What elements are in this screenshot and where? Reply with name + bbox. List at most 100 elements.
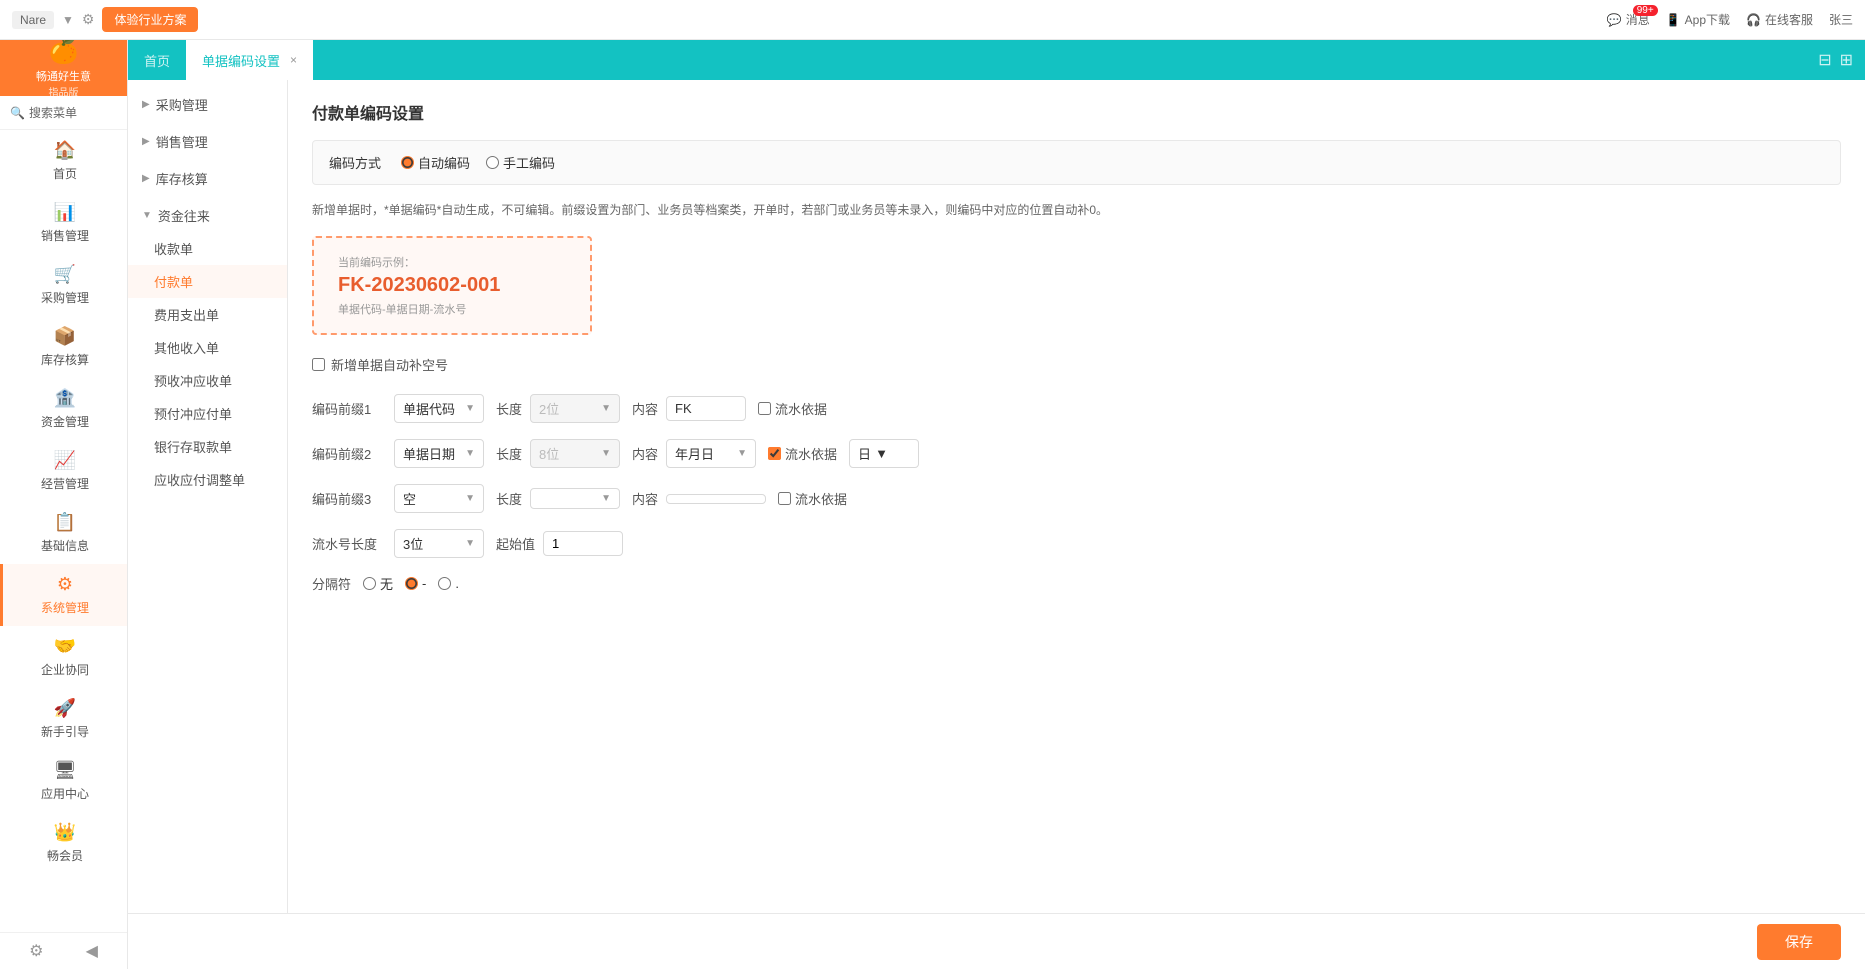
separator-dash-option[interactable]: - xyxy=(405,576,426,591)
purchase-icon: 🛒 xyxy=(54,264,76,285)
tab-bar-actions: ⊟ ⊞ xyxy=(1806,50,1865,70)
tab-home[interactable]: 首页 xyxy=(128,40,186,80)
sub-menu-group-sales: ▶ 销售管理 xyxy=(128,125,287,158)
auto-encode-radio[interactable] xyxy=(401,156,414,169)
sidebar-item-apps[interactable]: 🖥 应用中心 xyxy=(0,750,127,812)
top-header: Nare ▼ ⚙ 体验行业方案 💬 消息 99+ 📱 App下载 🎧 在线客服 … xyxy=(0,0,1865,40)
manual-encode-radio[interactable] xyxy=(486,156,499,169)
main-content: 付款单编码设置 编码方式 自动编码 手工编码 xyxy=(288,80,1865,913)
code-preview-label: 当前编码示例： xyxy=(338,254,566,270)
enterprise-icon: 🤝 xyxy=(54,636,76,657)
separator-dash-radio[interactable] xyxy=(405,577,418,590)
member-icon: 👑 xyxy=(54,822,76,843)
sidebar-item-basic[interactable]: 📋 基础信息 xyxy=(0,502,127,564)
user-info[interactable]: 张三 xyxy=(1829,11,1853,28)
prefix-2-arrow-icon: ▼ xyxy=(465,448,475,459)
auto-encode-option[interactable]: 自动编码 xyxy=(401,153,470,172)
logo-text: 畅通好生意 xyxy=(36,68,91,84)
tab-minimize-icon[interactable]: ⊟ xyxy=(1818,50,1831,70)
separator-dot-radio[interactable] xyxy=(438,577,451,590)
manual-encode-option[interactable]: 手工编码 xyxy=(486,153,555,172)
content-2-select[interactable]: 年月日 ▼ xyxy=(666,439,756,468)
arrow-inventory-icon: ▶ xyxy=(142,173,150,184)
serial-checkbox-1[interactable] xyxy=(758,402,771,415)
content-3-input[interactable] xyxy=(666,494,766,504)
sub-menu-purchase[interactable]: ▶ 采购管理 xyxy=(128,88,287,121)
sidebar-item-home[interactable]: 🏠 首页 xyxy=(0,130,127,192)
code-preview-value: FK-20230602-001 xyxy=(338,274,566,297)
sub-menu-item-bank[interactable]: 银行存取款单 xyxy=(128,430,287,463)
separator-dot-option[interactable]: . xyxy=(438,576,459,591)
length-3-select[interactable]: ▼ xyxy=(530,488,620,509)
online-service-button[interactable]: 🎧 在线客服 xyxy=(1746,11,1813,28)
sub-menu-item-payment[interactable]: 付款单 xyxy=(128,265,287,298)
serial-checkbox-3[interactable] xyxy=(778,492,791,505)
basic-icon: 📋 xyxy=(54,512,76,533)
app-download-button[interactable]: 📱 App下载 xyxy=(1666,11,1730,28)
logo-icon: 🍊 xyxy=(49,40,79,66)
sub-menu-item-other-income[interactable]: 其他收入单 xyxy=(128,331,287,364)
save-button[interactable]: 保存 xyxy=(1757,924,1841,960)
sidebar-item-system[interactable]: ⚙ 系统管理 xyxy=(0,564,127,626)
prefix-2-select[interactable]: 单据日期 ▼ xyxy=(394,439,484,468)
sidebar-item-operation[interactable]: 📈 经营管理 xyxy=(0,440,127,502)
tab-close-icon[interactable]: × xyxy=(290,53,297,67)
prefix-3-select[interactable]: 空 ▼ xyxy=(394,484,484,513)
sidebar-collapse-icon[interactable]: ◀ xyxy=(86,941,98,961)
sub-menu-capital[interactable]: ▼ 资金往来 xyxy=(128,199,287,232)
tab-maximize-icon[interactable]: ⊞ xyxy=(1840,50,1853,70)
sub-menu-item-pre-receipt[interactable]: 预收冲应收单 xyxy=(128,364,287,397)
prefix-row-1: 编码前缀1 单据代码 ▼ 长度 2位 ▼ 内容 FK xyxy=(312,394,1841,423)
sub-menu-item-adjust[interactable]: 应收应付调整单 xyxy=(128,463,287,496)
separator-none-option[interactable]: 无 xyxy=(363,574,393,593)
info-text: 新增单据时，*单据编码*自动生成，不可编辑。前缀设置为部门、业务员等档案类，开单… xyxy=(312,201,1841,220)
serial-length-arrow-icon: ▼ xyxy=(465,538,475,549)
dropdown-arrow[interactable]: ▼ xyxy=(62,13,74,27)
guide-icon: 🚀 xyxy=(54,698,76,719)
separator-label: 分隔符 xyxy=(312,574,351,593)
trial-button[interactable]: 体验行业方案 xyxy=(102,7,198,32)
serial-basis-3[interactable]: 流水依据 xyxy=(778,489,847,508)
serial-length-select[interactable]: 3位 ▼ xyxy=(394,529,484,558)
start-value-input[interactable] xyxy=(543,531,623,556)
sidebar-item-member[interactable]: 👑 畅会员 xyxy=(0,812,127,874)
sidebar-item-sales[interactable]: 📊 销售管理 xyxy=(0,192,127,254)
serial-unit-select[interactable]: 日 ▼ xyxy=(849,439,919,468)
sub-menu-sales[interactable]: ▶ 销售管理 xyxy=(128,125,287,158)
start-value-group: 起始值 xyxy=(496,531,623,556)
content-group-3: 内容 xyxy=(632,489,766,508)
message-badge: 99+ xyxy=(1633,5,1658,16)
sidebar-item-purchase[interactable]: 🛒 采购管理 xyxy=(0,254,127,316)
separator-none-radio[interactable] xyxy=(363,577,376,590)
arrow-sales-icon: ▶ xyxy=(142,136,150,147)
sidebar-settings-icon[interactable]: ⚙ xyxy=(29,941,43,961)
length-2-select[interactable]: 8位 ▼ xyxy=(530,439,620,468)
sub-menu-item-receipt[interactable]: 收款单 xyxy=(128,232,287,265)
company-name[interactable]: Nare xyxy=(12,11,54,29)
sub-menu-item-expense[interactable]: 费用支出单 xyxy=(128,298,287,331)
serial-checkbox-2[interactable] xyxy=(768,447,781,460)
settings-icon[interactable]: ⚙ xyxy=(82,11,95,28)
prefix-row-2: 编码前缀2 单据日期 ▼ 长度 8位 ▼ 内容 xyxy=(312,439,1841,468)
search-menu[interactable]: 🔍 搜索菜单 xyxy=(0,96,127,130)
encoding-method-section: 编码方式 自动编码 手工编码 xyxy=(312,140,1841,185)
sidebar-item-guide[interactable]: 🚀 新手引导 xyxy=(0,688,127,750)
length-1-select[interactable]: 2位 ▼ xyxy=(530,394,620,423)
main-layout: 🍊 畅通好生意 指品版 🔍 搜索菜单 🏠 首页 📊 销售管理 🛒 采购管理 📦 … xyxy=(0,40,1865,969)
sub-menu-item-pre-payment[interactable]: 预付冲应付单 xyxy=(128,397,287,430)
tab-current[interactable]: 单据编码设置 × xyxy=(186,40,313,80)
serial-basis-2[interactable]: 流水依据 xyxy=(768,444,837,463)
prefix-1-select[interactable]: 单据代码 ▼ xyxy=(394,394,484,423)
content-1-input[interactable]: FK xyxy=(666,396,746,421)
length-group-3: 长度 ▼ xyxy=(496,488,620,509)
sub-menu-inventory[interactable]: ▶ 库存核算 xyxy=(128,162,287,195)
prefix-1-arrow-icon: ▼ xyxy=(465,403,475,414)
sidebar-item-enterprise[interactable]: 🤝 企业协同 xyxy=(0,626,127,688)
auto-fill-checkbox[interactable] xyxy=(312,358,325,371)
sidebar-item-inventory[interactable]: 📦 库存核算 xyxy=(0,316,127,378)
serial-basis-1[interactable]: 流水依据 xyxy=(758,399,827,418)
serial-length-row: 流水号长度 3位 ▼ 起始值 xyxy=(312,529,1841,558)
message-button[interactable]: 💬 消息 99+ xyxy=(1607,11,1650,28)
sidebar-item-finance[interactable]: 🏦 资金管理 xyxy=(0,378,127,440)
finance-icon: 🏦 xyxy=(54,388,76,409)
